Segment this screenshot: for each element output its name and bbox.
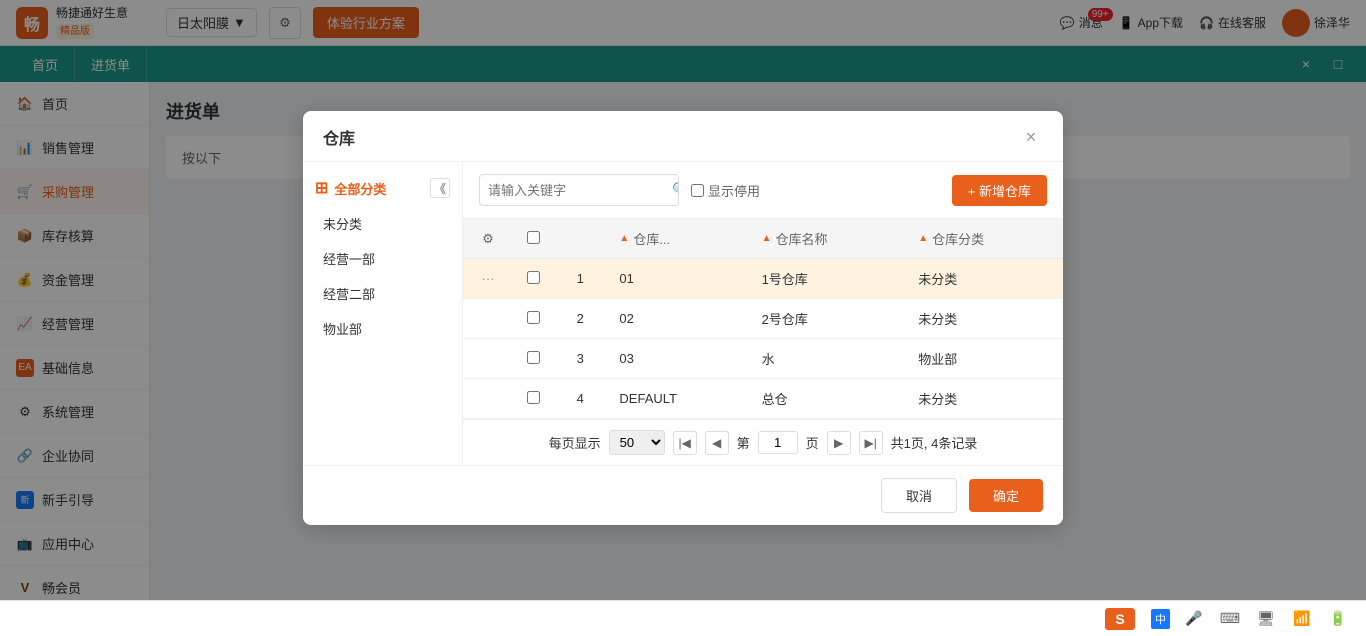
row-check-cell[interactable] xyxy=(513,379,553,419)
next-page-btn[interactable]: ▶ xyxy=(827,431,851,455)
th-code: ▲ 仓库... xyxy=(607,219,749,259)
th-category: ▲ 仓库分类 xyxy=(906,219,1063,259)
zh-icon: 中 xyxy=(1151,609,1170,629)
modal-footer: 取消 确定 xyxy=(303,465,1063,525)
select-all-checkbox[interactable] xyxy=(527,231,540,244)
row-action xyxy=(463,379,513,419)
page-suffix: 页 xyxy=(806,433,819,452)
all-category-label: 全部分类 xyxy=(334,179,386,198)
modal-body: ⊞ 全部分类 《 未分类 经营一部 经营二部 物业部 🔍 xyxy=(303,162,1063,465)
first-page-btn[interactable]: |◀ xyxy=(673,431,697,455)
add-warehouse-btn[interactable]: + 新增仓库 xyxy=(952,175,1047,206)
row-action xyxy=(463,299,513,339)
sort-icon-name: ▲ xyxy=(762,233,772,244)
show-disabled-label[interactable]: 显示停用 xyxy=(691,181,760,200)
th-settings: ⚙ xyxy=(463,219,513,259)
search-box: 🔍 xyxy=(479,174,679,206)
sort-icon-cat: ▲ xyxy=(918,233,928,244)
row-name: 水 xyxy=(750,339,907,379)
row-code: 03 xyxy=(607,339,749,379)
row-code: DEFAULT xyxy=(607,379,749,419)
per-page-label: 每页显示 xyxy=(549,433,601,452)
search-input[interactable] xyxy=(480,178,672,203)
table-row[interactable]: 4 DEFAULT 总仓 未分类 xyxy=(463,379,1063,419)
grid-icon: ⊞ xyxy=(315,178,328,198)
category-sidebar: ⊞ 全部分类 《 未分类 经营一部 经营二部 物业部 xyxy=(303,162,463,465)
network-icon[interactable]: 📶 xyxy=(1290,607,1314,631)
row-checkbox-0[interactable] xyxy=(527,271,540,284)
modal-header: 仓库 × xyxy=(303,111,1063,162)
row-category: 未分类 xyxy=(906,259,1063,299)
row-checkbox-1[interactable] xyxy=(527,311,540,324)
row-check-cell[interactable] xyxy=(513,339,553,379)
table-row[interactable]: 3 03 水 物业部 xyxy=(463,339,1063,379)
table-row[interactable]: ··· 1 01 1号仓库 未分类 xyxy=(463,259,1063,299)
data-table: ⚙ ▲ 仓库... xyxy=(463,219,1063,419)
all-category-header[interactable]: ⊞ 全部分类 《 xyxy=(303,170,462,206)
cancel-button[interactable]: 取消 xyxy=(881,478,957,513)
th-name: ▲ 仓库名称 xyxy=(750,219,907,259)
row-check-cell[interactable] xyxy=(513,299,553,339)
th-check xyxy=(513,219,553,259)
page-input[interactable] xyxy=(758,431,798,454)
modal-title: 仓库 xyxy=(323,125,355,149)
row-name: 1号仓库 xyxy=(750,259,907,299)
table-toolbar: 🔍 显示停用 + 新增仓库 xyxy=(463,162,1063,219)
last-page-btn[interactable]: ▶| xyxy=(859,431,883,455)
warehouse-table: ⚙ ▲ 仓库... xyxy=(463,219,1063,419)
table-row[interactable]: 2 02 2号仓库 未分类 xyxy=(463,299,1063,339)
row-num: 1 xyxy=(553,259,607,299)
search-button[interactable]: 🔍 xyxy=(672,175,679,205)
bottom-bar: S 中 🎤 ⌨ 🖥 📶 🔋 xyxy=(0,600,1366,636)
cat-item-ops2[interactable]: 经营二部 xyxy=(303,276,462,311)
row-num: 3 xyxy=(553,339,607,379)
row-code: 01 xyxy=(607,259,749,299)
cat-item-ops1[interactable]: 经营一部 xyxy=(303,241,462,276)
modal-close-btn[interactable]: × xyxy=(1019,125,1043,149)
row-category: 未分类 xyxy=(906,299,1063,339)
page-label: 第 xyxy=(737,433,750,452)
total-label: 共1页, 4条记录 xyxy=(891,433,978,452)
row-num: 2 xyxy=(553,299,607,339)
per-page-select[interactable]: 50 100 200 xyxy=(609,430,665,455)
mic-icon[interactable]: 🎤 xyxy=(1182,607,1206,631)
row-action xyxy=(463,339,513,379)
modal-overlay: 仓库 × ⊞ 全部分类 《 未分类 经营一部 经营二部 物业部 xyxy=(0,0,1366,636)
show-disabled-checkbox[interactable] xyxy=(691,184,704,197)
cat-item-property[interactable]: 物业部 xyxy=(303,311,462,346)
sort-icon-code: ▲ xyxy=(619,233,629,244)
keyboard-icon[interactable]: ⌨ xyxy=(1218,607,1242,631)
prev-page-btn[interactable]: ◀ xyxy=(705,431,729,455)
row-name: 总仓 xyxy=(750,379,907,419)
th-num xyxy=(553,219,607,259)
settings-icon: ⚙ xyxy=(482,231,494,246)
confirm-button[interactable]: 确定 xyxy=(969,479,1043,512)
row-category: 物业部 xyxy=(906,339,1063,379)
row-num: 4 xyxy=(553,379,607,419)
s-logo: S xyxy=(1105,608,1135,630)
row-check-cell[interactable] xyxy=(513,259,553,299)
row-category: 未分类 xyxy=(906,379,1063,419)
row-name: 2号仓库 xyxy=(750,299,907,339)
warehouse-modal: 仓库 × ⊞ 全部分类 《 未分类 经营一部 经营二部 物业部 xyxy=(303,111,1063,525)
modal-table-area: 🔍 显示停用 + 新增仓库 xyxy=(463,162,1063,465)
battery-icon[interactable]: 🔋 xyxy=(1326,607,1350,631)
collapse-btn[interactable]: 《 xyxy=(430,178,450,198)
row-checkbox-3[interactable] xyxy=(527,391,540,404)
modal-pagination: 每页显示 50 100 200 |◀ ◀ 第 页 ▶ ▶| 共1页, 4条记录 xyxy=(463,419,1063,465)
display-icon[interactable]: 🖥 xyxy=(1254,607,1278,631)
row-action: ··· xyxy=(463,259,513,299)
row-code: 02 xyxy=(607,299,749,339)
row-checkbox-2[interactable] xyxy=(527,351,540,364)
cat-item-unclassified[interactable]: 未分类 xyxy=(303,206,462,241)
